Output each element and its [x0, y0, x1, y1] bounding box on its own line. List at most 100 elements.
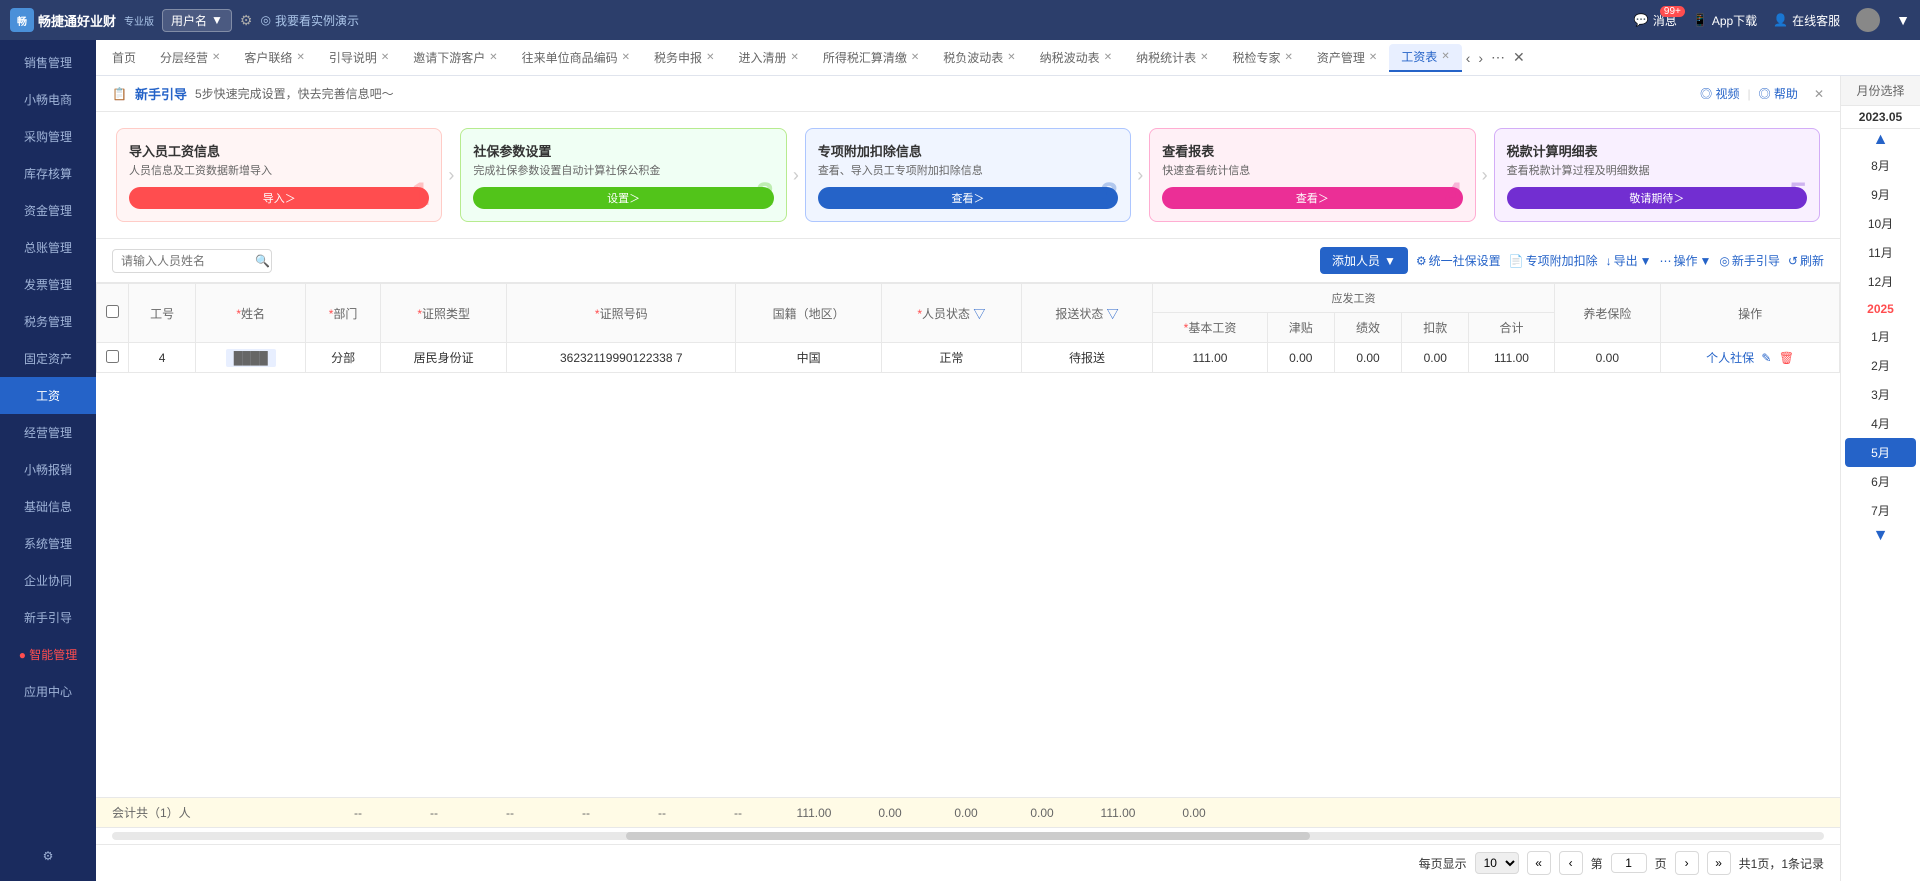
sidebar-item-purchase[interactable]: 采购管理: [0, 118, 96, 155]
tab-asset-mgmt[interactable]: 资产管理 ✕: [1305, 44, 1389, 72]
month-9[interactable]: 9月: [1841, 180, 1920, 209]
horizontal-scrollbar[interactable]: [112, 832, 1824, 840]
tab-nav-right[interactable]: ›: [1474, 50, 1487, 66]
sidebar-item-ledger[interactable]: 总账管理: [0, 229, 96, 266]
actions-btn[interactable]: ⋯ 操作 ▼: [1660, 252, 1712, 269]
sidebar-item-ecommerce[interactable]: 小畅电商: [0, 81, 96, 118]
sidebar-item-expense[interactable]: 小畅报销: [0, 451, 96, 488]
refresh-btn[interactable]: ↺ 刷新: [1788, 252, 1824, 269]
user-selector[interactable]: 用户名 ▼: [162, 9, 232, 32]
newbie-guide-btn[interactable]: ◎ 新手引导: [1719, 252, 1780, 269]
sidebar-item-settings[interactable]: ⚙: [39, 839, 58, 873]
sidebar-item-inventory[interactable]: 库存核算: [0, 155, 96, 192]
month-7[interactable]: 7月: [1841, 496, 1920, 525]
special-deduction-btn[interactable]: 📄 专项附加扣除: [1509, 252, 1598, 269]
guide-help-link[interactable]: ◎ 帮助: [1759, 85, 1798, 102]
sidebar-item-system[interactable]: 系统管理: [0, 525, 96, 562]
tab-salary-table[interactable]: 工资表 ✕: [1389, 44, 1461, 72]
step-4-btn[interactable]: 查看＞: [1162, 187, 1462, 209]
month-panel-down-btn[interactable]: ▼: [1841, 525, 1920, 547]
current-page-input[interactable]: [1611, 853, 1647, 873]
month-1[interactable]: 1月: [1841, 322, 1920, 351]
search-input[interactable]: [121, 254, 251, 268]
tab-customer[interactable]: 客户联络 ✕: [232, 44, 316, 72]
month-4[interactable]: 4月: [1841, 409, 1920, 438]
sidebar-item-operations[interactable]: 经营管理: [0, 414, 96, 451]
step-3-btn[interactable]: 查看＞: [818, 187, 1118, 209]
tab-home[interactable]: 首页: [100, 44, 148, 72]
edit-icon[interactable]: ✎: [1761, 351, 1771, 365]
tab-tax-expert[interactable]: 税检专家 ✕: [1220, 44, 1304, 72]
unified-settings-btn[interactable]: ⚙ 统一社保设置: [1416, 252, 1501, 269]
tab-income-tax[interactable]: 所得税汇算清缴 ✕: [811, 44, 931, 72]
sidebar-item-basic-info[interactable]: 基础信息: [0, 488, 96, 525]
step-5-btn[interactable]: 敬请期待＞: [1507, 187, 1807, 209]
app-download-btn[interactable]: 📱 App下载: [1693, 12, 1757, 29]
row-checkbox[interactable]: [106, 350, 119, 363]
sidebar-item-guide[interactable]: 新手引导: [0, 599, 96, 636]
month-panel-year: 2023.05: [1841, 106, 1920, 129]
sidebar-item-finance[interactable]: 资金管理: [0, 192, 96, 229]
tab-layered[interactable]: 分层经营 ✕: [148, 44, 232, 72]
month-3[interactable]: 3月: [1841, 380, 1920, 409]
th-basic-salary: *基本工资: [1153, 313, 1267, 343]
tab-more[interactable]: ⋯: [1487, 49, 1509, 66]
guide-video-link[interactable]: ◎ 视频: [1700, 85, 1739, 102]
first-page-btn[interactable]: «: [1527, 851, 1551, 875]
add-person-btn[interactable]: 添加人员 ▼: [1320, 247, 1408, 274]
tab-tax-wave[interactable]: 纳税波动表 ✕: [1028, 44, 1124, 72]
tab-clearance[interactable]: 进入清册 ✕: [726, 44, 810, 72]
footer-dash-2: --: [404, 806, 464, 820]
th-performance: 绩效: [1334, 313, 1401, 343]
month-12[interactable]: 12月: [1841, 267, 1920, 296]
sidebar-item-invoice[interactable]: 发票管理: [0, 266, 96, 303]
tab-product-code[interactable]: 往来单位商品编码 ✕: [510, 44, 642, 72]
page-size-select[interactable]: 10 20 50: [1475, 852, 1519, 874]
step-card-5: 税款计算明细表 查看税款计算过程及明细数据 敬请期待＞ 5: [1494, 128, 1820, 222]
sidebar-item-enterprise[interactable]: 企业协同: [0, 562, 96, 599]
sidebar-item-salary[interactable]: 工资: [0, 377, 96, 414]
sidebar-item-smart[interactable]: ● 智能管理: [0, 636, 96, 673]
tab-guide[interactable]: 引导说明 ✕: [317, 44, 401, 72]
month-panel-up-btn[interactable]: ▲: [1841, 129, 1920, 151]
tab-close-all[interactable]: ✕: [1509, 49, 1529, 66]
prev-page-btn[interactable]: ‹: [1559, 851, 1583, 875]
month-10[interactable]: 10月: [1841, 209, 1920, 238]
sidebar-item-tax[interactable]: 税务管理: [0, 303, 96, 340]
year-2025[interactable]: 2025: [1841, 296, 1920, 322]
guide-close-btn[interactable]: ✕: [1814, 87, 1824, 101]
sidebar-item-app-center[interactable]: 应用中心: [0, 673, 96, 710]
tab-close[interactable]: ✕: [212, 52, 220, 63]
sidebar-item-assets[interactable]: 固定资产: [0, 340, 96, 377]
step-2-btn[interactable]: 设置＞: [473, 187, 773, 209]
messages-btn[interactable]: 💬 消息 99+: [1634, 12, 1677, 29]
next-page-btn[interactable]: ›: [1675, 851, 1699, 875]
demo-link[interactable]: ◎ 我要看实例演示: [260, 12, 359, 29]
last-page-btn[interactable]: »: [1707, 851, 1731, 875]
delete-icon[interactable]: 🗑: [1779, 351, 1794, 365]
settings-icon[interactable]: ⚙: [240, 12, 253, 29]
tab-tax-report[interactable]: 税务申报 ✕: [642, 44, 726, 72]
month-11[interactable]: 11月: [1841, 238, 1920, 267]
sidebar-item-sales[interactable]: 销售管理: [0, 44, 96, 81]
month-8[interactable]: 8月: [1841, 151, 1920, 180]
avatar[interactable]: [1856, 8, 1880, 32]
tab-tax-stats[interactable]: 纳税统计表 ✕: [1124, 44, 1220, 72]
scrollbar-thumb[interactable]: [626, 832, 1311, 840]
tab-invite[interactable]: 邀请下游客户 ✕: [401, 44, 509, 72]
cell-total: 111.00: [1469, 343, 1554, 373]
online-service-btn[interactable]: 👤 在线客服: [1773, 12, 1840, 29]
table-footer: 会计共（1）人 -- -- -- -- -- -- 111.00 0.00 0.…: [96, 797, 1840, 827]
month-6[interactable]: 6月: [1841, 467, 1920, 496]
tab-nav-left[interactable]: ‹: [1462, 50, 1475, 66]
export-btn[interactable]: ↓ 导出 ▼: [1606, 252, 1652, 269]
month-5[interactable]: 5月: [1845, 438, 1916, 467]
step-1-btn[interactable]: 导入＞: [129, 187, 429, 209]
cell-id-type: 居民身份证: [381, 343, 507, 373]
personal-social-insurance-link[interactable]: 个人社保: [1706, 351, 1754, 365]
search-icon[interactable]: 🔍: [255, 254, 270, 268]
user-menu-btn[interactable]: ▼: [1896, 12, 1910, 28]
tab-tax-burden[interactable]: 税负波动表 ✕: [931, 44, 1027, 72]
month-2[interactable]: 2月: [1841, 351, 1920, 380]
select-all-checkbox[interactable]: [106, 305, 119, 318]
